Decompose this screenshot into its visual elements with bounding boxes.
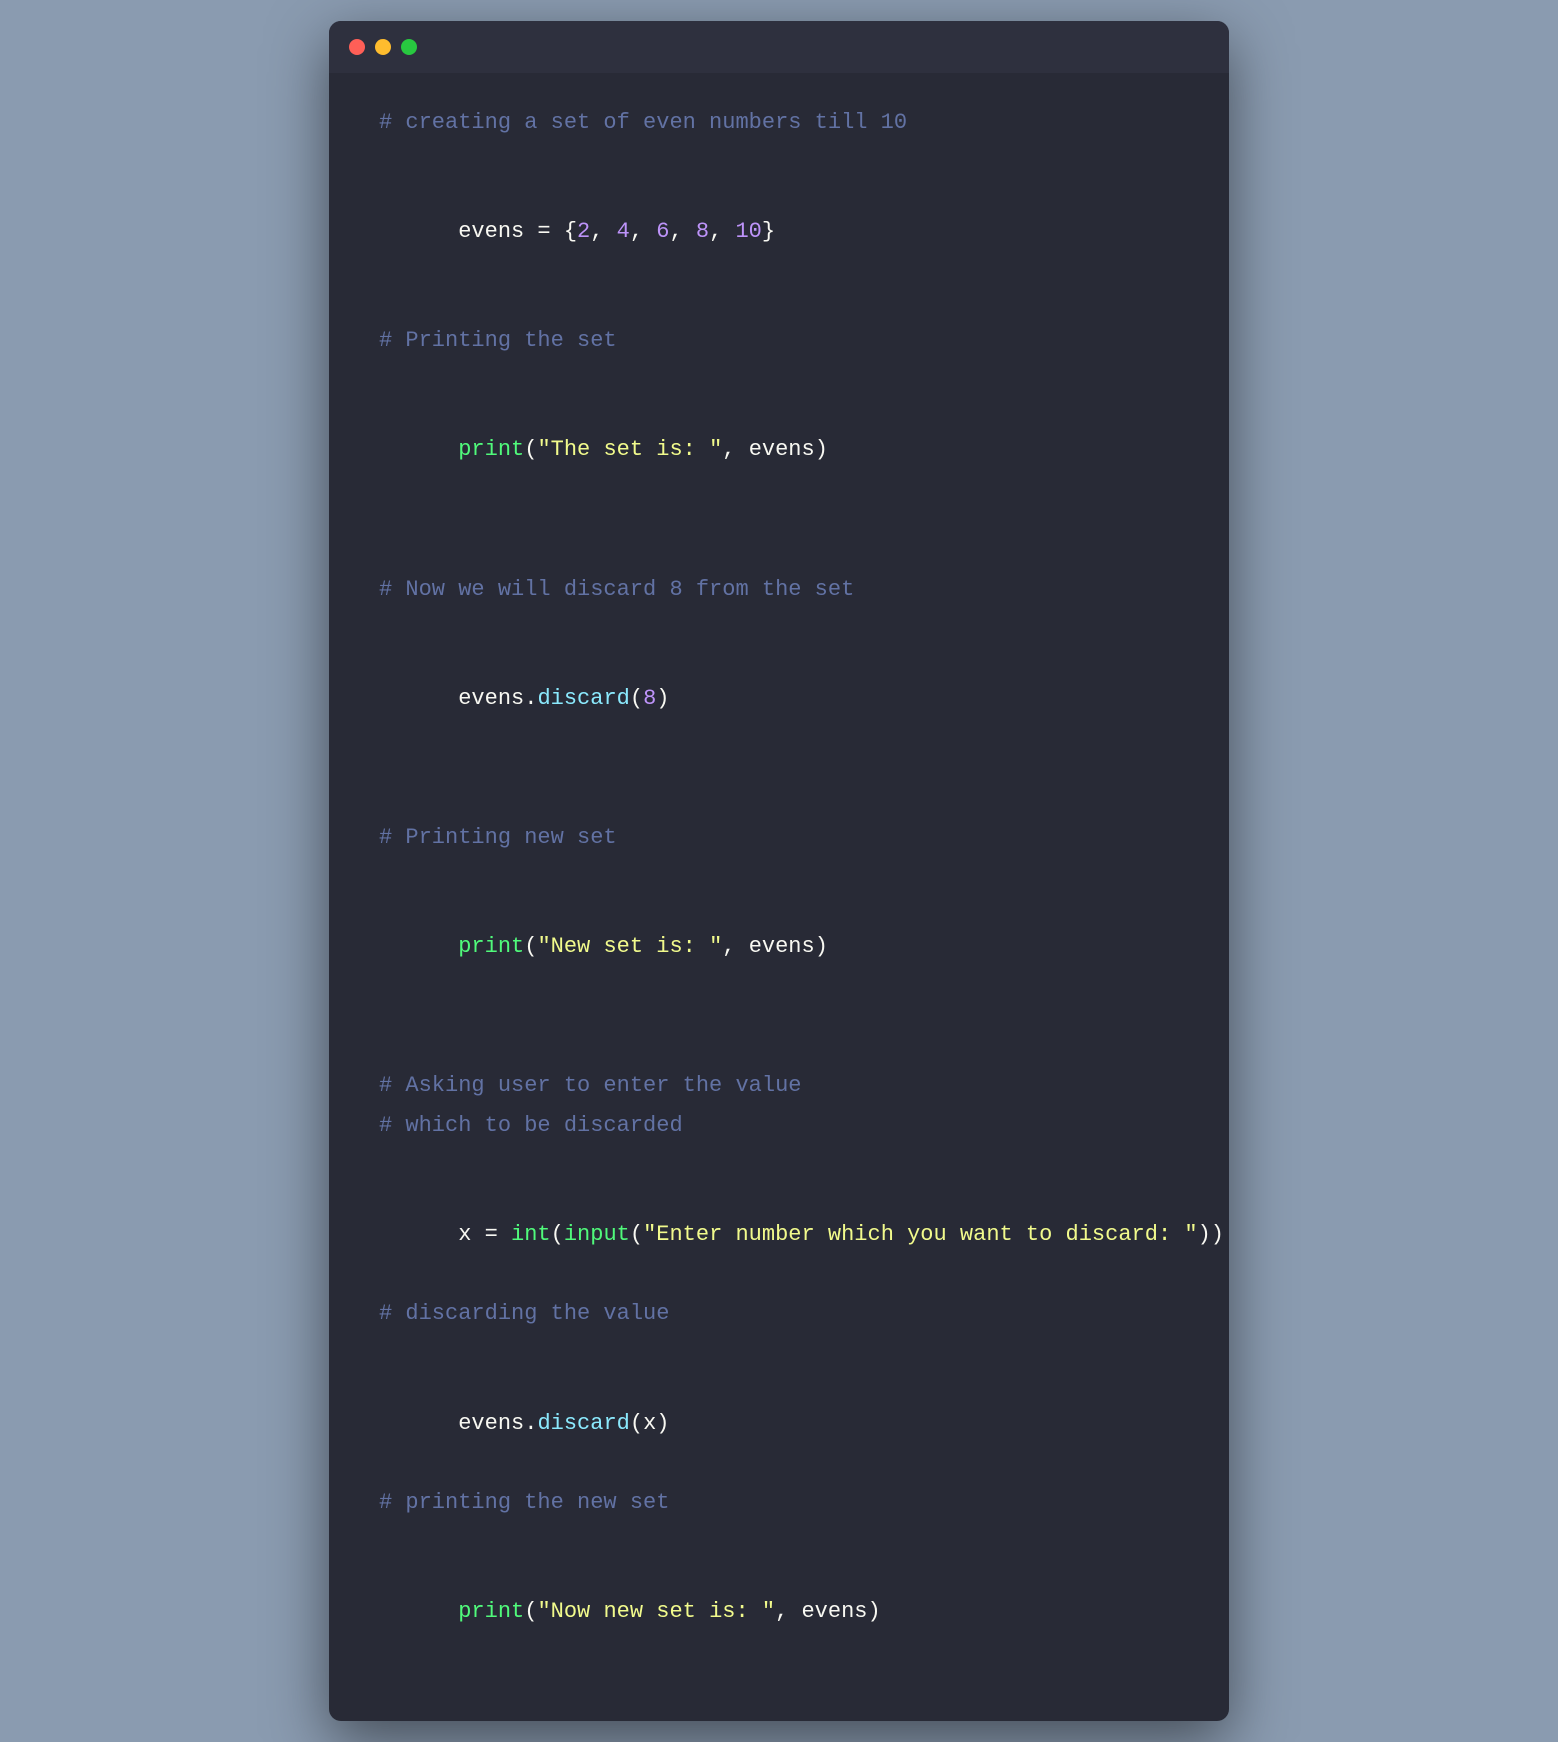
code-editor: # creating a set of even numbers till 10… <box>329 73 1229 1721</box>
blank-line <box>379 858 1179 888</box>
blank-line <box>379 510 1179 540</box>
blank-line <box>379 1522 1179 1552</box>
maximize-button[interactable] <box>401 39 417 55</box>
code-line-evens-assign: evens = {2, 4, 6, 8, 10} <box>379 172 1179 291</box>
code-token-brace-close: } <box>762 219 775 244</box>
blank-line <box>379 1006 1179 1036</box>
code-token-paren8: ( <box>630 1222 643 1247</box>
blank-line <box>379 609 1179 639</box>
code-token-string2: "New set is: " <box>537 934 722 959</box>
code-token-num4: 4 <box>617 219 630 244</box>
code-token-evens5: evens <box>801 1599 867 1624</box>
code-token-comma3: , <box>669 219 695 244</box>
code-token-paren12: ( <box>524 1599 537 1624</box>
code-token-string3: "Enter number which you want to discard:… <box>643 1222 1198 1247</box>
code-token-paren10: ( <box>630 1411 643 1436</box>
code-line-print1: print("The set is: ", evens) <box>379 391 1179 510</box>
code-token-paren1: ( <box>524 437 537 462</box>
code-token-x: x <box>458 1222 471 1247</box>
blank-line <box>379 291 1179 321</box>
code-token-paren9: )) <box>1198 1222 1224 1247</box>
code-line-comment8: # printing the new set <box>379 1483 1179 1523</box>
code-line-comment4: # Printing new set <box>379 818 1179 858</box>
close-button[interactable] <box>349 39 365 55</box>
blank-line <box>379 142 1179 172</box>
blank-line <box>379 540 1179 570</box>
code-token-evens3: evens <box>749 934 815 959</box>
code-token-paren5: ( <box>524 934 537 959</box>
code-token-discard1: discard <box>537 686 629 711</box>
code-window: # creating a set of even numbers till 10… <box>329 21 1229 1721</box>
code-token-paren11: ) <box>656 1411 669 1436</box>
code-token-comma1: , <box>590 219 616 244</box>
code-token-paren13: ) <box>868 1599 881 1624</box>
code-token-comma6: , <box>722 934 748 959</box>
code-line-comment1: # creating a set of even numbers till 10 <box>379 103 1179 143</box>
blank-line <box>379 788 1179 818</box>
blank-line <box>379 361 1179 391</box>
code-token-input: input <box>564 1222 630 1247</box>
code-token-comma2: , <box>630 219 656 244</box>
code-token-comma4: , <box>709 219 735 244</box>
code-token-paren4: ) <box>656 686 669 711</box>
code-token-num10: 10 <box>735 219 761 244</box>
code-line-comment6: # which to be discarded <box>379 1106 1179 1146</box>
code-line-comment2: # Printing the set <box>379 321 1179 361</box>
code-token-num6: 6 <box>656 219 669 244</box>
code-token-evens4: evens <box>458 1411 524 1436</box>
code-token-8: 8 <box>643 686 656 711</box>
code-token-paren3: ( <box>630 686 643 711</box>
code-line-print2: print("New set is: ", evens) <box>379 888 1179 1007</box>
code-token-int: int <box>511 1222 551 1247</box>
code-line-comment7: # discarding the value <box>379 1294 1179 1334</box>
code-token-paren2: ) <box>815 437 828 462</box>
code-line-discard1: evens.discard(8) <box>379 639 1179 758</box>
code-token-equals2: = <box>471 1222 511 1247</box>
code-token-print2: print <box>458 934 524 959</box>
blank-line <box>379 758 1179 788</box>
code-token-string1: "The set is: " <box>537 437 722 462</box>
code-token-discard2: discard <box>537 1411 629 1436</box>
code-line-comment3: # Now we will discard 8 from the set <box>379 570 1179 610</box>
code-line-comment5: # Asking user to enter the value <box>379 1066 1179 1106</box>
code-token-var: evens <box>458 219 524 244</box>
minimize-button[interactable] <box>375 39 391 55</box>
code-token-comma5: , <box>722 437 748 462</box>
code-token-dot2: . <box>524 1411 537 1436</box>
titlebar <box>329 21 1229 73</box>
code-token-string4: "Now new set is: " <box>537 1599 775 1624</box>
blank-line <box>379 1334 1179 1364</box>
blank-line <box>379 1146 1179 1176</box>
code-token-num2: 2 <box>577 219 590 244</box>
code-token-dot1: . <box>524 686 537 711</box>
code-token-num8: 8 <box>696 219 709 244</box>
code-token-equals: = { <box>524 219 577 244</box>
code-line-discard2: evens.discard(x) <box>379 1364 1179 1483</box>
code-token-evens1: evens <box>749 437 815 462</box>
code-token-print1: print <box>458 437 524 462</box>
code-line-x-assign: x = int(input("Enter number which you wa… <box>379 1176 1179 1295</box>
code-token-print3: print <box>458 1599 524 1624</box>
code-token-evens2: evens <box>458 686 524 711</box>
code-line-print3: print("Now new set is: ", evens) <box>379 1552 1179 1671</box>
code-token-paren6: ) <box>815 934 828 959</box>
blank-line <box>379 1036 1179 1066</box>
code-token-paren7: ( <box>551 1222 564 1247</box>
code-token-x2: x <box>643 1411 656 1436</box>
code-token-comma7: , <box>775 1599 801 1624</box>
